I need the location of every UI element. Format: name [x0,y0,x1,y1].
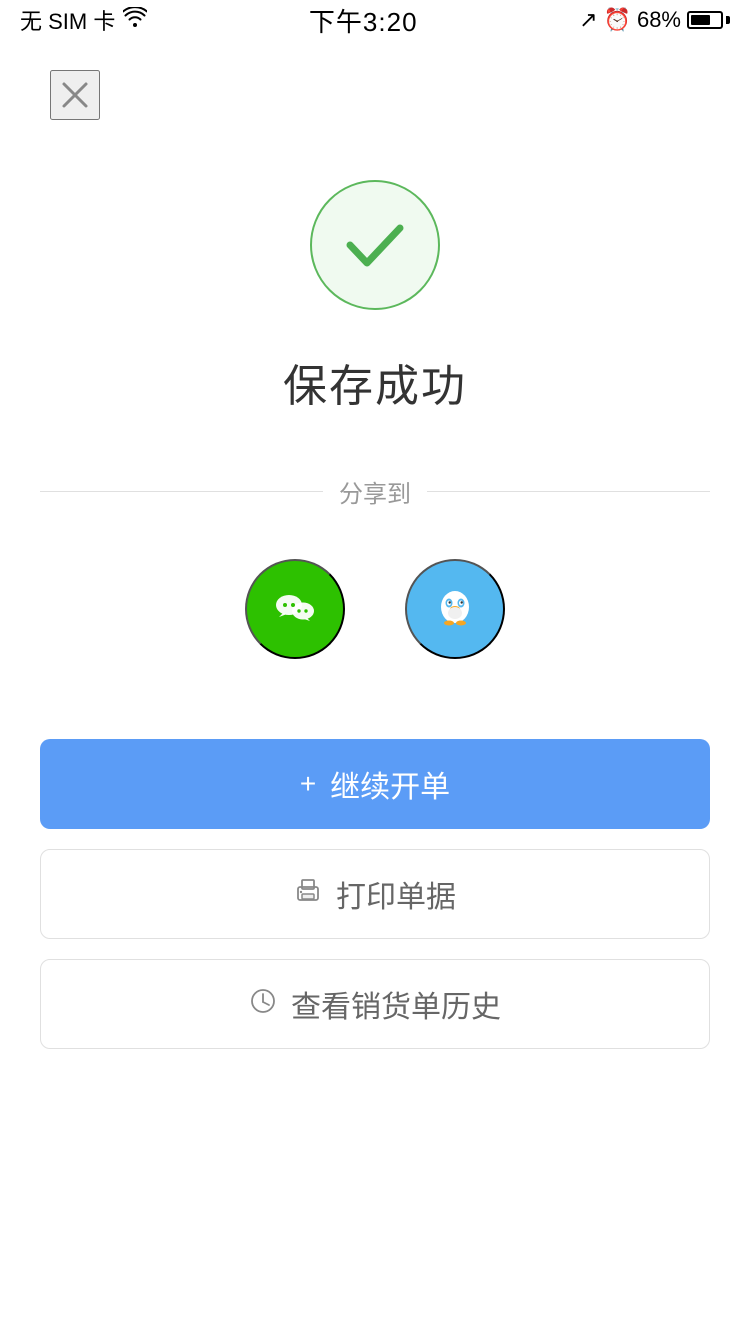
print-label: 打印单据 [336,872,456,916]
share-icons [245,559,505,659]
qq-icon [427,581,483,637]
share-section: 分享到 [40,474,710,509]
qq-share-button[interactable] [405,559,505,659]
status-time: 下午3:20 [309,2,418,39]
checkmark-icon [345,223,405,268]
print-icon [294,877,322,912]
continue-label: 继续开单 [330,762,450,806]
plus-icon: + [300,768,316,800]
share-label: 分享到 [323,474,427,509]
success-title: 保存成功 [283,350,467,414]
wifi-icon [123,7,147,33]
history-label: 查看销货单历史 [291,982,501,1026]
wechat-share-button[interactable] [245,559,345,659]
battery-pct: 68% [637,7,681,33]
actions: + 继续开单 打印单据 [40,739,710,1049]
close-button[interactable] [50,70,100,120]
no-sim-text: 无 SIM 卡 [20,4,115,36]
alarm-icon: ⏰ [604,7,631,33]
close-icon [59,79,91,111]
continue-button[interactable]: + 继续开单 [40,739,710,829]
status-left: 无 SIM 卡 [20,4,147,36]
wechat-icon [267,581,323,637]
history-icon [249,987,277,1022]
main-content: 保存成功 分享到 [0,40,750,1334]
success-circle [310,180,440,310]
status-right: ↗ ⏰ 68% [579,7,730,33]
battery-icon [687,11,730,29]
status-bar: 无 SIM 卡 下午3:20 ↗ ⏰ 68% [0,0,750,40]
print-button[interactable]: 打印单据 [40,849,710,939]
location-icon: ↗ [579,7,597,33]
history-button[interactable]: 查看销货单历史 [40,959,710,1049]
